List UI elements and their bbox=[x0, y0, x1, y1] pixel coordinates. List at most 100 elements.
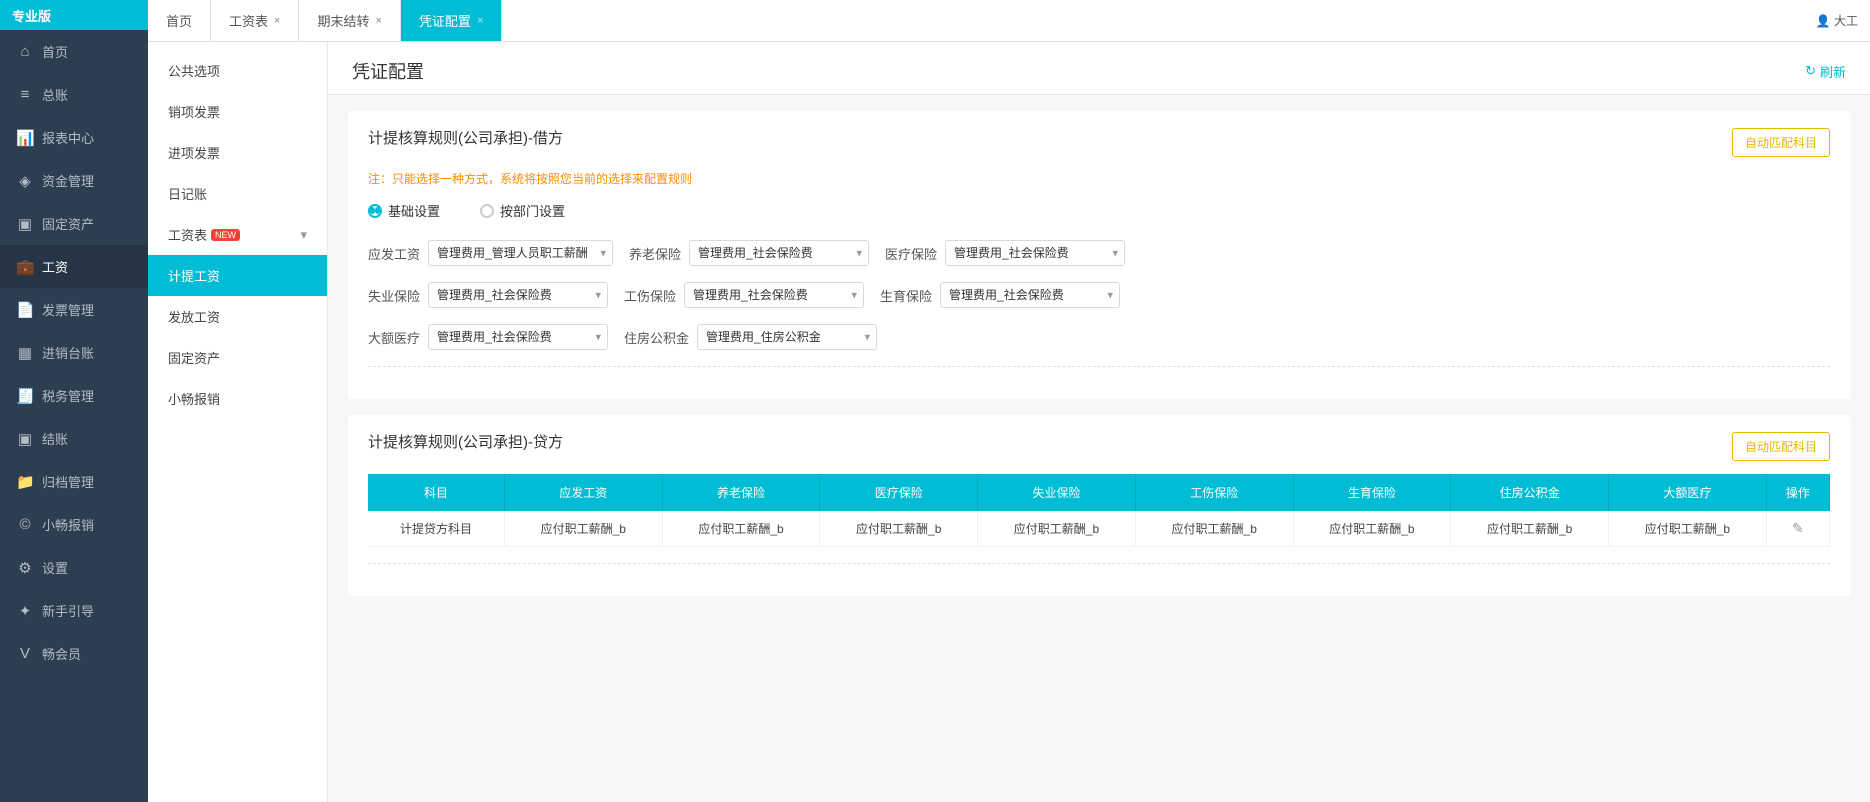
credit-section-header: 计提核算规则(公司承担)-贷方 自动匹配科目 bbox=[368, 431, 1830, 462]
form-group-shengyu: 生育保险 管理费用_社会保险费 bbox=[880, 282, 1120, 308]
invoice-icon: 📄 bbox=[16, 301, 34, 319]
td-yingfa: 应付职工薪酬_b bbox=[504, 511, 662, 547]
nav-calc-salary[interactable]: 计提工资 bbox=[148, 255, 327, 296]
edit-icon[interactable]: ✎ bbox=[1792, 520, 1804, 536]
label-yingfa: 应发工资 bbox=[368, 244, 420, 263]
form-group-shiye: 失业保险 管理费用_社会保险费 bbox=[368, 282, 608, 308]
select-gongshang[interactable]: 管理费用_社会保险费 bbox=[684, 282, 864, 308]
form-group-gongjijin: 住房公积金 管理费用_住房公积金 bbox=[624, 324, 877, 350]
label-shiye: 失业保险 bbox=[368, 286, 420, 305]
form-group-yiliao: 医疗保险 管理费用_社会保险费 bbox=[885, 240, 1125, 266]
sidebar-label-invoice: 发票管理 bbox=[42, 300, 94, 319]
th-gongshang: 工伤保险 bbox=[1135, 474, 1293, 511]
form-group-gongshang: 工伤保险 管理费用_社会保险费 bbox=[624, 282, 864, 308]
select-yingfa[interactable]: 管理费用_管理人员职工薪酬 bbox=[428, 240, 613, 266]
select-yanglao[interactable]: 管理费用_社会保险费 bbox=[689, 240, 869, 266]
select-yiliao[interactable]: 管理费用_社会保险费 bbox=[945, 240, 1125, 266]
close-period-tab[interactable]: × bbox=[375, 15, 381, 27]
sidebar: 专业版 ⌂ 首页 ≡ 总账 📊 报表中心 ◈ 资金管理 ▣ 固定资产 💼 工资 … bbox=[0, 0, 148, 802]
select-wrapper-yanglao: 管理费用_社会保险费 bbox=[689, 240, 869, 266]
new-badge: NEW bbox=[211, 229, 240, 241]
credit-table-head: 科目 应发工资 养老保险 医疗保险 失业保险 工伤保险 生育保险 住房公积金 大… bbox=[368, 474, 1830, 511]
sidebar-label-inventory: 进销台账 bbox=[42, 343, 94, 362]
radio-basic-label: 基础设置 bbox=[388, 201, 440, 220]
credit-auto-match-button[interactable]: 自动匹配科目 bbox=[1732, 432, 1830, 461]
select-shiye[interactable]: 管理费用_社会保险费 bbox=[428, 282, 608, 308]
close-voucher-tab[interactable]: × bbox=[477, 15, 483, 27]
sidebar-item-asset[interactable]: ▣ 固定资产 bbox=[0, 202, 148, 245]
sidebar-item-report[interactable]: 📊 报表中心 bbox=[0, 116, 148, 159]
label-gongjijin: 住房公积金 bbox=[624, 328, 689, 347]
select-shengyu[interactable]: 管理费用_社会保险费 bbox=[940, 282, 1120, 308]
sidebar-item-archive[interactable]: 📁 归档管理 bbox=[0, 460, 148, 503]
topbar-actions: 👤 大工 bbox=[1816, 12, 1870, 29]
label-gongshang: 工伤保险 bbox=[624, 286, 676, 305]
sidebar-item-member[interactable]: V 畅会员 bbox=[0, 632, 148, 675]
asset-icon: ▣ bbox=[16, 215, 34, 233]
sidebar-item-invoice[interactable]: 📄 发票管理 bbox=[0, 288, 148, 331]
radio-basic[interactable]: 基础设置 bbox=[368, 201, 440, 220]
form-group-daeyiliao: 大额医疗 管理费用_社会保险费 bbox=[368, 324, 608, 350]
sidebar-label-tax: 税务管理 bbox=[42, 386, 94, 405]
sidebar-label-settings: 设置 bbox=[42, 558, 68, 577]
credit-section: 计提核算规则(公司承担)-贷方 自动匹配科目 科目 应发工资 养老保险 医疗保险… bbox=[348, 415, 1850, 596]
th-action: 操作 bbox=[1766, 474, 1829, 511]
select-daeyiliao[interactable]: 管理费用_社会保险费 bbox=[428, 324, 608, 350]
sidebar-label-salary: 工资 bbox=[42, 257, 68, 276]
settings-icon: ⚙ bbox=[16, 559, 34, 577]
select-wrapper-shengyu: 管理费用_社会保险费 bbox=[940, 282, 1120, 308]
td-yiliao: 应付职工薪酬_b bbox=[820, 511, 978, 547]
sidebar-item-guide[interactable]: ✦ 新手引导 bbox=[0, 589, 148, 632]
sidebar-label-asset: 固定资产 bbox=[42, 214, 94, 233]
tab-voucher-config[interactable]: 凭证配置 × bbox=[401, 0, 502, 41]
page-header: 凭证配置 ↻ 刷新 bbox=[328, 42, 1870, 95]
nav-payroll[interactable]: 工资表 NEW ▾ bbox=[148, 214, 327, 255]
select-gongjijin[interactable]: 管理费用_住房公积金 bbox=[697, 324, 877, 350]
sidebar-item-close[interactable]: ▣ 结账 bbox=[0, 417, 148, 460]
nav-journal[interactable]: 日记账 bbox=[148, 173, 327, 214]
xiaochang-icon: © bbox=[16, 516, 34, 533]
select-wrapper-daeyiliao: 管理费用_社会保险费 bbox=[428, 324, 608, 350]
refresh-button[interactable]: ↻ 刷新 bbox=[1805, 62, 1846, 81]
sidebar-item-ledger[interactable]: ≡ 总账 bbox=[0, 73, 148, 116]
sidebar-label-ledger: 总账 bbox=[42, 85, 68, 104]
th-shengyu: 生育保险 bbox=[1293, 474, 1451, 511]
tab-salary-table[interactable]: 工资表 × bbox=[211, 0, 299, 41]
radio-basic-circle bbox=[368, 204, 382, 218]
nav-pay-salary[interactable]: 发放工资 bbox=[148, 296, 327, 337]
expand-icon: ▾ bbox=[300, 227, 307, 243]
debit-section-title: 计提核算规则(公司承担)-借方 bbox=[368, 127, 563, 148]
close-salary-tab[interactable]: × bbox=[274, 15, 280, 27]
th-shiye: 失业保险 bbox=[978, 474, 1136, 511]
td-subject: 计提贷方科目 bbox=[368, 511, 504, 547]
nav-public[interactable]: 公共选项 bbox=[148, 50, 327, 91]
td-edit[interactable]: ✎ bbox=[1766, 511, 1829, 547]
nav-petty-cash[interactable]: 小畅报销 bbox=[148, 378, 327, 419]
select-wrapper-shiye: 管理费用_社会保险费 bbox=[428, 282, 608, 308]
sidebar-item-fund[interactable]: ◈ 资金管理 bbox=[0, 159, 148, 202]
tax-icon: 🧾 bbox=[16, 387, 34, 405]
nav-fixed-asset[interactable]: 固定资产 bbox=[148, 337, 327, 378]
th-yanglao: 养老保险 bbox=[662, 474, 820, 511]
sidebar-item-tax[interactable]: 🧾 税务管理 bbox=[0, 374, 148, 417]
page-body: 凭证配置 ↻ 刷新 计提核算规则(公司承担)-借方 自动匹配科目 注：只能选择一… bbox=[328, 42, 1870, 802]
nav-sales-invoice[interactable]: 销项发票 bbox=[148, 91, 327, 132]
credit-table: 科目 应发工资 养老保险 医疗保险 失业保险 工伤保险 生育保险 住房公积金 大… bbox=[368, 474, 1830, 547]
tab-period-close[interactable]: 期末结转 × bbox=[299, 0, 400, 41]
debit-note: 注：只能选择一种方式，系统将按照您当前的选择来配置规则 bbox=[368, 170, 1830, 187]
debit-auto-match-button[interactable]: 自动匹配科目 bbox=[1732, 128, 1830, 157]
sidebar-item-settings[interactable]: ⚙ 设置 bbox=[0, 546, 148, 589]
home-icon: ⌂ bbox=[16, 43, 34, 60]
fund-icon: ◈ bbox=[16, 172, 34, 190]
sidebar-item-home[interactable]: ⌂ 首页 bbox=[0, 30, 148, 73]
radio-department[interactable]: 按部门设置 bbox=[480, 201, 565, 220]
nav-purchase-invoice[interactable]: 进项发票 bbox=[148, 132, 327, 173]
sidebar-item-salary[interactable]: 💼 工资 bbox=[0, 245, 148, 288]
tab-home[interactable]: 首页 bbox=[148, 0, 211, 41]
debit-form-row-3: 大额医疗 管理费用_社会保险费 住房公积金 管理费用_住房公积金 bbox=[368, 324, 1830, 350]
sidebar-item-inventory[interactable]: ▦ 进销台账 bbox=[0, 331, 148, 374]
sidebar-item-xiaochang[interactable]: © 小畅报销 bbox=[0, 503, 148, 546]
app-logo: 专业版 bbox=[0, 0, 148, 30]
archive-icon: 📁 bbox=[16, 473, 34, 491]
form-group-yanglao: 养老保险 管理费用_社会保险费 bbox=[629, 240, 869, 266]
